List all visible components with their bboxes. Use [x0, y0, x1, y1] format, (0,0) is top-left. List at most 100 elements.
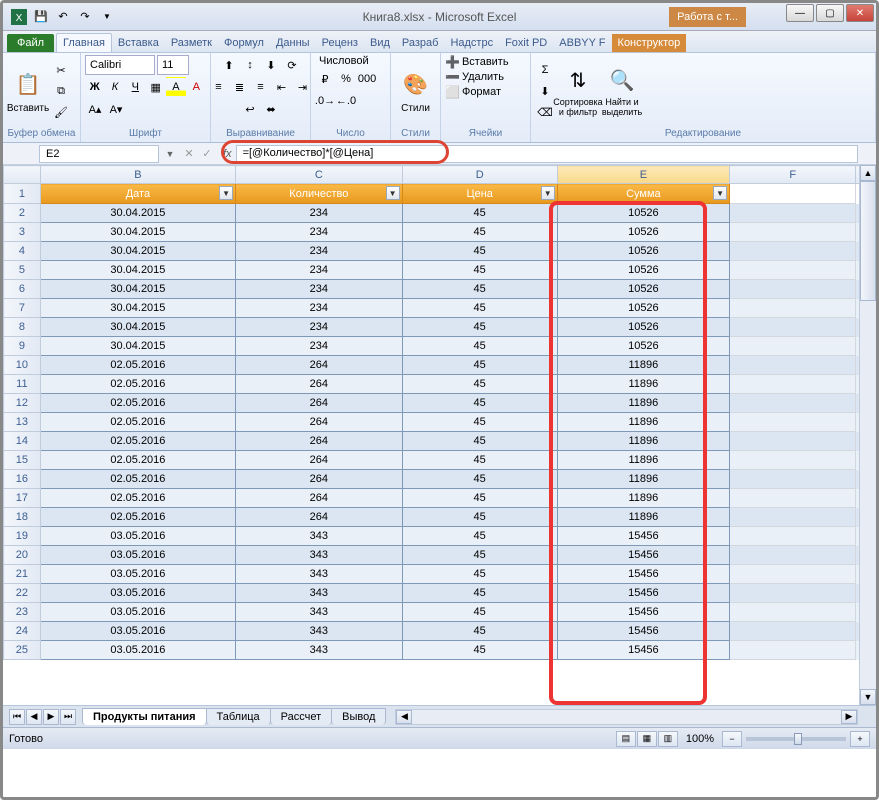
row-header[interactable]: 6 [4, 280, 41, 299]
sheet-nav-first-icon[interactable]: ⏮ [9, 709, 25, 725]
zoom-out-icon[interactable]: − [722, 731, 742, 747]
copy-icon[interactable]: ⧉ [51, 81, 71, 101]
align-left-icon[interactable]: ≡ [209, 77, 229, 97]
cell-D7[interactable]: 45 [402, 299, 557, 318]
align-center-icon[interactable]: ≣ [230, 77, 250, 97]
cell-D9[interactable]: 45 [402, 337, 557, 356]
align-top-icon[interactable]: ⬆ [219, 55, 239, 75]
cell-D22[interactable]: 45 [402, 584, 557, 603]
undo-icon[interactable]: ↶ [53, 7, 73, 27]
cell-D18[interactable]: 45 [402, 508, 557, 527]
ribbon-tab-constructor[interactable]: Конструктор [612, 34, 687, 52]
cell-E25[interactable]: 15456 [557, 641, 729, 660]
row-header[interactable]: 19 [4, 527, 41, 546]
minimize-button[interactable]: — [786, 4, 814, 22]
column-header-D[interactable]: D [402, 166, 557, 184]
cancel-formula-icon[interactable]: ✕ [181, 146, 197, 162]
row-header[interactable]: 10 [4, 356, 41, 375]
cell-C24[interactable]: 343 [236, 622, 403, 641]
cell-B15[interactable]: 02.05.2016 [40, 451, 235, 470]
border-button[interactable]: ▦ [146, 77, 165, 97]
format-painter-icon[interactable]: 🖌 [51, 102, 71, 122]
cell-C8[interactable]: 234 [236, 318, 403, 337]
percent-icon[interactable]: % [336, 69, 356, 89]
cell-B18[interactable]: 02.05.2016 [40, 508, 235, 527]
cell-C4[interactable]: 234 [236, 242, 403, 261]
row-header[interactable]: 7 [4, 299, 41, 318]
cell-C21[interactable]: 343 [236, 565, 403, 584]
row-header[interactable]: 12 [4, 394, 41, 413]
cell-E6[interactable]: 10526 [557, 280, 729, 299]
cell-D2[interactable]: 45 [402, 204, 557, 223]
row-header[interactable]: 5 [4, 261, 41, 280]
cell-C3[interactable]: 234 [236, 223, 403, 242]
decrease-decimal-icon[interactable]: ←.0 [336, 91, 356, 111]
normal-view-icon[interactable]: ▤ [616, 731, 636, 747]
ribbon-tab-abbyy f[interactable]: ABBYY F [553, 34, 611, 52]
zoom-slider[interactable] [746, 737, 846, 741]
cell-B21[interactable]: 03.05.2016 [40, 565, 235, 584]
scroll-up-icon[interactable]: ▲ [860, 165, 876, 181]
format-cells-button[interactable]: ⬜Формат [445, 85, 526, 99]
row-header[interactable]: 20 [4, 546, 41, 565]
cell-B14[interactable]: 02.05.2016 [40, 432, 235, 451]
cell-E18[interactable]: 11896 [557, 508, 729, 527]
cell-D25[interactable]: 45 [402, 641, 557, 660]
cell-D5[interactable]: 45 [402, 261, 557, 280]
cell-E21[interactable]: 15456 [557, 565, 729, 584]
vertical-scrollbar[interactable]: ▲ ▼ [859, 165, 876, 705]
cell-C23[interactable]: 343 [236, 603, 403, 622]
styles-button[interactable]: 🎨 Стили [395, 67, 436, 116]
ribbon-tab-разраб[interactable]: Разраб [396, 34, 445, 52]
horizontal-scrollbar[interactable]: ◀ ▶ [395, 709, 858, 725]
italic-button[interactable]: К [105, 77, 124, 97]
excel-icon[interactable]: X [9, 7, 29, 27]
autosum-icon[interactable]: Σ [535, 60, 555, 80]
align-bottom-icon[interactable]: ⬇ [261, 55, 281, 75]
fx-icon[interactable]: fx [219, 148, 236, 160]
ribbon-tab-главная[interactable]: Главная [56, 33, 112, 52]
cell-B23[interactable]: 03.05.2016 [40, 603, 235, 622]
formula-input[interactable]: =[@Количество]*[@Цена] [236, 145, 858, 163]
cell-C19[interactable]: 343 [236, 527, 403, 546]
cell-D20[interactable]: 45 [402, 546, 557, 565]
row-header[interactable]: 9 [4, 337, 41, 356]
cell-B7[interactable]: 30.04.2015 [40, 299, 235, 318]
cell-B22[interactable]: 03.05.2016 [40, 584, 235, 603]
row-header[interactable]: 24 [4, 622, 41, 641]
cell-D17[interactable]: 45 [402, 489, 557, 508]
currency-icon[interactable]: ₽ [315, 69, 335, 89]
scroll-right-icon[interactable]: ▶ [841, 710, 857, 724]
fill-color-button[interactable]: A [166, 77, 185, 97]
sheet-tab[interactable]: Рассчет [270, 708, 333, 725]
cell-C9[interactable]: 234 [236, 337, 403, 356]
insert-cells-button[interactable]: ➕Вставить [445, 55, 526, 69]
cell-C6[interactable]: 234 [236, 280, 403, 299]
row-header[interactable]: 17 [4, 489, 41, 508]
cell-E7[interactable]: 10526 [557, 299, 729, 318]
cell-E16[interactable]: 11896 [557, 470, 729, 489]
cell-D23[interactable]: 45 [402, 603, 557, 622]
cell-E15[interactable]: 11896 [557, 451, 729, 470]
sheet-tab[interactable]: Вывод [331, 708, 386, 725]
cell-C22[interactable]: 343 [236, 584, 403, 603]
cell-D13[interactable]: 45 [402, 413, 557, 432]
cell-E24[interactable]: 15456 [557, 622, 729, 641]
cell-D12[interactable]: 45 [402, 394, 557, 413]
cell-D21[interactable]: 45 [402, 565, 557, 584]
row-header[interactable]: 3 [4, 223, 41, 242]
name-box[interactable]: E2 [39, 145, 159, 163]
cell-C18[interactable]: 264 [236, 508, 403, 527]
namebox-dropdown-icon[interactable]: ▼ [163, 149, 177, 159]
cell-B20[interactable]: 03.05.2016 [40, 546, 235, 565]
save-icon[interactable]: 💾 [31, 7, 51, 27]
cell-C10[interactable]: 264 [236, 356, 403, 375]
cell-E8[interactable]: 10526 [557, 318, 729, 337]
row-header[interactable]: 2 [4, 204, 41, 223]
cell-D15[interactable]: 45 [402, 451, 557, 470]
cell-C20[interactable]: 343 [236, 546, 403, 565]
sheet-nav-prev-icon[interactable]: ◀ [26, 709, 42, 725]
enter-formula-icon[interactable]: ✓ [199, 146, 215, 162]
cell-E12[interactable]: 11896 [557, 394, 729, 413]
redo-icon[interactable]: ↷ [75, 7, 95, 27]
